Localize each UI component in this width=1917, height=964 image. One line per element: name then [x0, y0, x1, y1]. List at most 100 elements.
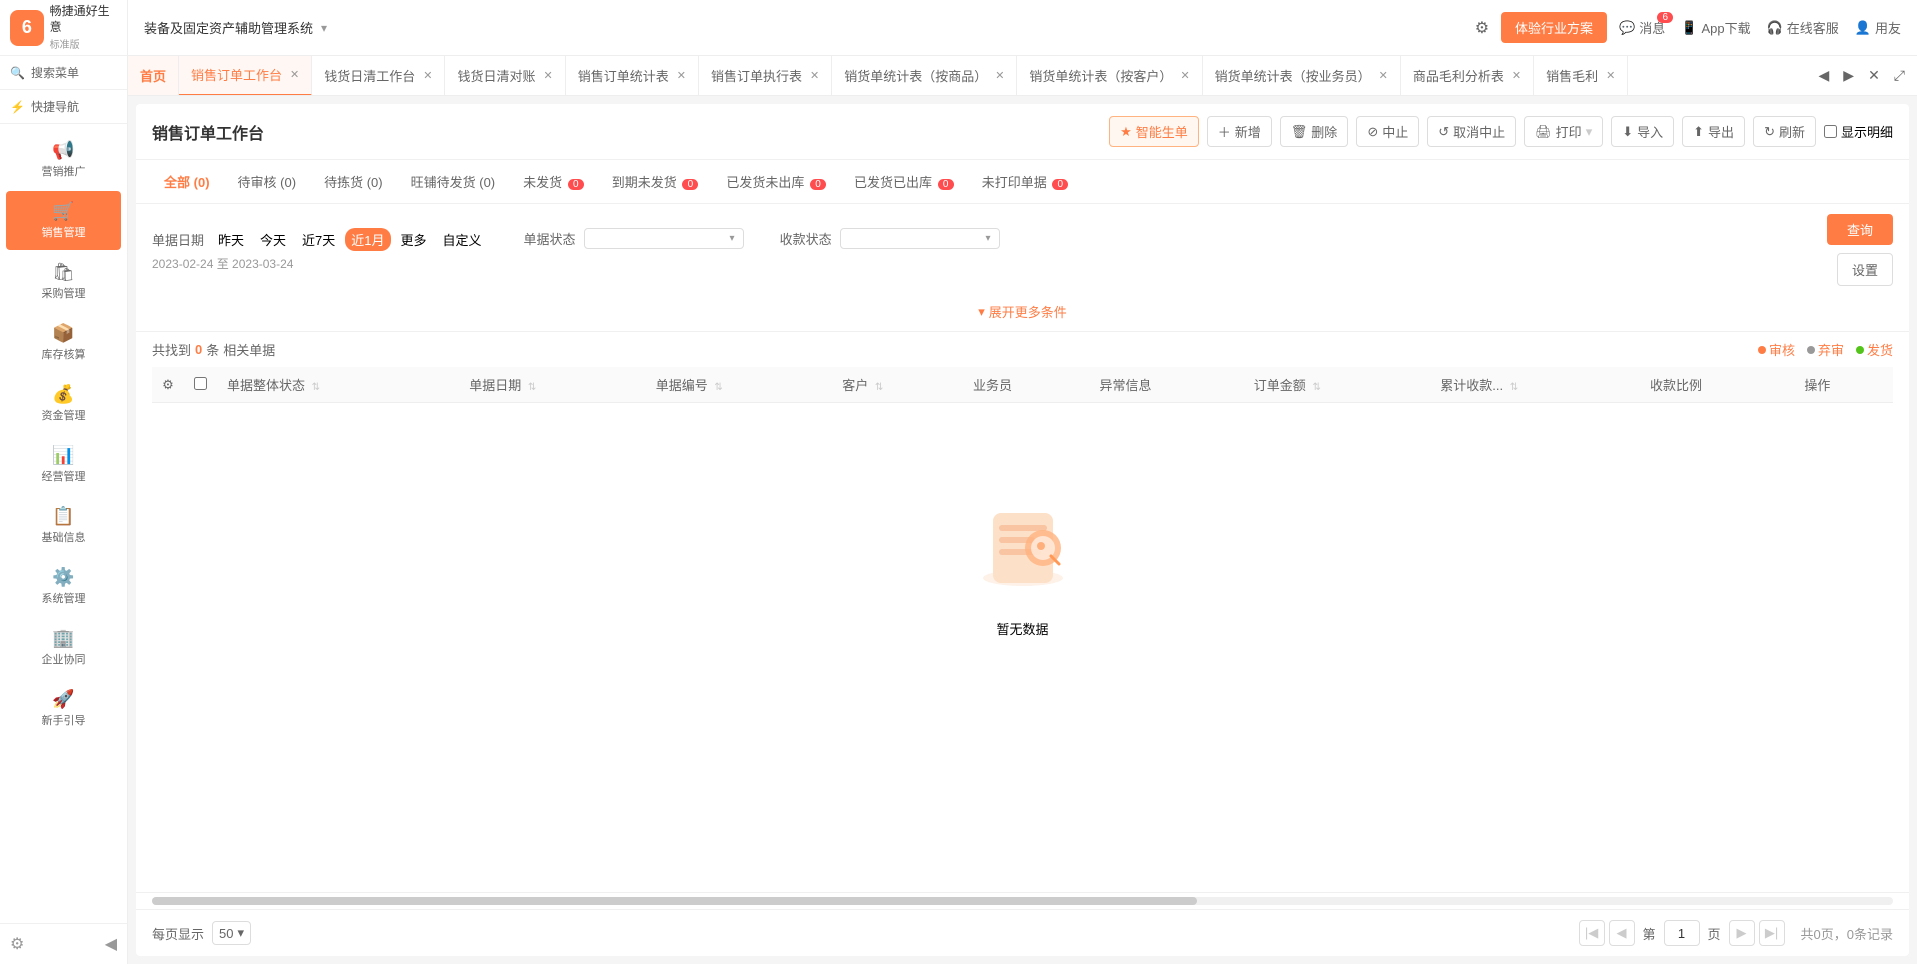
col-amount[interactable]: 订单金额 ⇅: [1244, 367, 1431, 403]
page-prev-btn[interactable]: ◀: [1609, 920, 1635, 946]
tab-sales-stat[interactable]: 销售订单统计表 ✕: [566, 56, 699, 96]
stop-button-label: 中止: [1382, 122, 1408, 141]
tab-sales-by-customer-close[interactable]: ✕: [1180, 69, 1189, 82]
date-btn-yesterday[interactable]: 昨天: [212, 228, 250, 251]
date-btn-7days[interactable]: 近7天: [296, 228, 341, 251]
tab-cash-daily-close[interactable]: ✕: [423, 69, 432, 82]
horizontal-scrollbar[interactable]: [152, 897, 1197, 905]
subtab-all[interactable]: 全部 (0): [152, 168, 222, 195]
subtab-shipped-out[interactable]: 已发货已出库 0: [842, 168, 966, 195]
page-first-btn[interactable]: |◀: [1579, 920, 1605, 946]
col-settings[interactable]: ⚙: [152, 367, 184, 403]
expand-conditions-btn[interactable]: ▾ 展开更多条件: [978, 302, 1067, 321]
subtab-pending-inspect[interactable]: 待拣货 (0): [312, 168, 395, 195]
sidebar-item-finance[interactable]: 💰 资金管理: [6, 374, 121, 433]
tabbar-next[interactable]: ▶: [1839, 65, 1858, 86]
sidebar-item-marketing[interactable]: 📢 营销推广: [6, 130, 121, 189]
col-status[interactable]: 单据整体状态 ⇅: [217, 367, 459, 403]
date-btn-today[interactable]: 今天: [254, 228, 292, 251]
empty-state: 暂无数据: [152, 403, 1893, 718]
ai-button[interactable]: ★ 智能生单: [1109, 116, 1199, 147]
sidebar-item-guide[interactable]: 🚀 新手引导: [6, 679, 121, 738]
subtab-pending-review[interactable]: 待审核 (0): [226, 168, 309, 195]
table-summary-right: 审核 弃审 发货: [1758, 340, 1893, 359]
tab-sales-exec[interactable]: 销售订单执行表 ✕: [699, 56, 832, 96]
cancel-action[interactable]: 弃审: [1807, 340, 1844, 359]
subtab-not-shipped[interactable]: 未发货 0: [511, 168, 596, 195]
refresh-button[interactable]: ↻ 刷新: [1753, 116, 1816, 147]
tab-sales-by-staff-close[interactable]: ✕: [1379, 69, 1388, 82]
subtab-shipped-not-out[interactable]: 已发货未出库 0: [714, 168, 838, 195]
tab-sales-stat-close[interactable]: ✕: [677, 69, 686, 82]
send-action[interactable]: 发货: [1856, 340, 1893, 359]
date-btn-1month[interactable]: 近1月: [345, 228, 390, 251]
logo-icon: 6: [10, 10, 44, 46]
show-detail-toggle[interactable]: 显示明细: [1824, 122, 1893, 141]
query-button[interactable]: 查询: [1827, 214, 1893, 245]
tab-cash-reconcile-close[interactable]: ✕: [544, 69, 553, 82]
subtab-not-printed[interactable]: 未打印单据 0: [970, 168, 1081, 195]
sidebar-item-purchase[interactable]: 🛍 采购管理: [6, 252, 121, 311]
app-download-action[interactable]: 📱 App下载: [1681, 18, 1750, 37]
tab-sales-by-product[interactable]: 销货单统计表（按商品） ✕: [832, 56, 1017, 96]
topbar-settings-icon[interactable]: ⚙: [1475, 18, 1489, 38]
user-action[interactable]: 👤 用友: [1855, 18, 1901, 37]
tab-sales-exec-close[interactable]: ✕: [810, 69, 819, 82]
import-button[interactable]: ⬇ 导入: [1611, 116, 1674, 147]
tab-home[interactable]: 首页: [128, 56, 179, 96]
cancel-stop-button[interactable]: ↺ 取消中止: [1427, 116, 1516, 147]
tab-sales-by-customer[interactable]: 销货单统计表（按客户） ✕: [1017, 56, 1202, 96]
subtab-wangpu[interactable]: 旺铺待发货 (0): [399, 168, 508, 195]
page-next-btn[interactable]: ▶: [1729, 920, 1755, 946]
select-all-checkbox[interactable]: [194, 377, 207, 390]
collapse-icon[interactable]: ◀: [105, 934, 117, 954]
tab-cash-reconcile[interactable]: 钱货日清对账 ✕: [445, 56, 565, 96]
payment-filter-select[interactable]: ▾: [840, 228, 1000, 249]
review-action[interactable]: 审核: [1758, 340, 1795, 359]
tab-sales-more-close[interactable]: ✕: [1606, 69, 1615, 82]
tabbar-prev[interactable]: ◀: [1815, 65, 1834, 86]
date-btn-custom[interactable]: 自定义: [437, 228, 488, 251]
tab-sales-by-product-close[interactable]: ✕: [995, 69, 1004, 82]
search-menu[interactable]: 🔍 搜索菜单: [0, 56, 127, 90]
tab-gross-profit[interactable]: 商品毛利分析表 ✕: [1401, 56, 1534, 96]
page-last-btn[interactable]: ▶|: [1759, 920, 1785, 946]
page-size-select[interactable]: 50 ▾: [212, 921, 251, 945]
sidebar-item-basic[interactable]: 📋 基础信息: [6, 496, 121, 555]
tab-sales-workbench[interactable]: 销售订单工作台 ✕: [179, 56, 312, 96]
sidebar-item-sales[interactable]: 🛒 销售管理: [6, 191, 121, 250]
tabbar-maximize[interactable]: ⤢: [1890, 65, 1909, 86]
page-number-input[interactable]: [1664, 920, 1700, 946]
col-customer-label: 客户: [842, 378, 868, 393]
col-date[interactable]: 单据日期 ⇅: [459, 367, 646, 403]
col-customer[interactable]: 客户 ⇅: [832, 367, 963, 403]
online-service-action[interactable]: 🎧 在线客服: [1767, 18, 1839, 37]
solution-button[interactable]: 体验行业方案: [1501, 12, 1607, 43]
settings-bottom-icon[interactable]: ⚙: [10, 934, 24, 954]
export-button[interactable]: ⬆ 导出: [1682, 116, 1745, 147]
tab-sales-more[interactable]: 销售毛利 ✕: [1534, 56, 1628, 96]
tab-cash-daily[interactable]: 钱货日清工作台 ✕: [312, 56, 445, 96]
add-button[interactable]: ＋ 新增: [1207, 116, 1272, 147]
show-detail-checkbox[interactable]: [1824, 125, 1837, 138]
sidebar-item-operations[interactable]: 📊 经营管理: [6, 435, 121, 494]
quick-nav[interactable]: ⚡ 快捷导航: [0, 90, 127, 124]
delete-button[interactable]: 🗑 删除: [1280, 116, 1349, 147]
col-received[interactable]: 累计收款... ⇅: [1430, 367, 1640, 403]
date-btn-more[interactable]: 更多: [395, 228, 433, 251]
col-number[interactable]: 单据编号 ⇅: [646, 367, 833, 403]
sidebar-item-inventory[interactable]: 📦 库存核算: [6, 313, 121, 372]
messages-action[interactable]: 💬 消息 6: [1619, 18, 1665, 37]
col-checkbox[interactable]: [184, 367, 217, 403]
sidebar-item-system[interactable]: ⚙️ 系统管理: [6, 557, 121, 616]
tab-sales-workbench-close[interactable]: ✕: [290, 68, 299, 81]
set-button[interactable]: 设置: [1837, 253, 1893, 286]
print-button[interactable]: 🖨 打印 ▾: [1524, 116, 1603, 147]
sidebar-item-corp[interactable]: 🏢 企业协同: [6, 618, 121, 677]
status-filter-select[interactable]: ▾: [584, 228, 744, 249]
stop-button[interactable]: ⊘ 中止: [1356, 116, 1419, 147]
tab-sales-by-staff[interactable]: 销货单统计表（按业务员） ✕: [1203, 56, 1401, 96]
tabbar-close-all[interactable]: ✕: [1864, 65, 1884, 86]
tab-gross-profit-close[interactable]: ✕: [1512, 69, 1521, 82]
subtab-overdue[interactable]: 到期未发货 0: [600, 168, 711, 195]
